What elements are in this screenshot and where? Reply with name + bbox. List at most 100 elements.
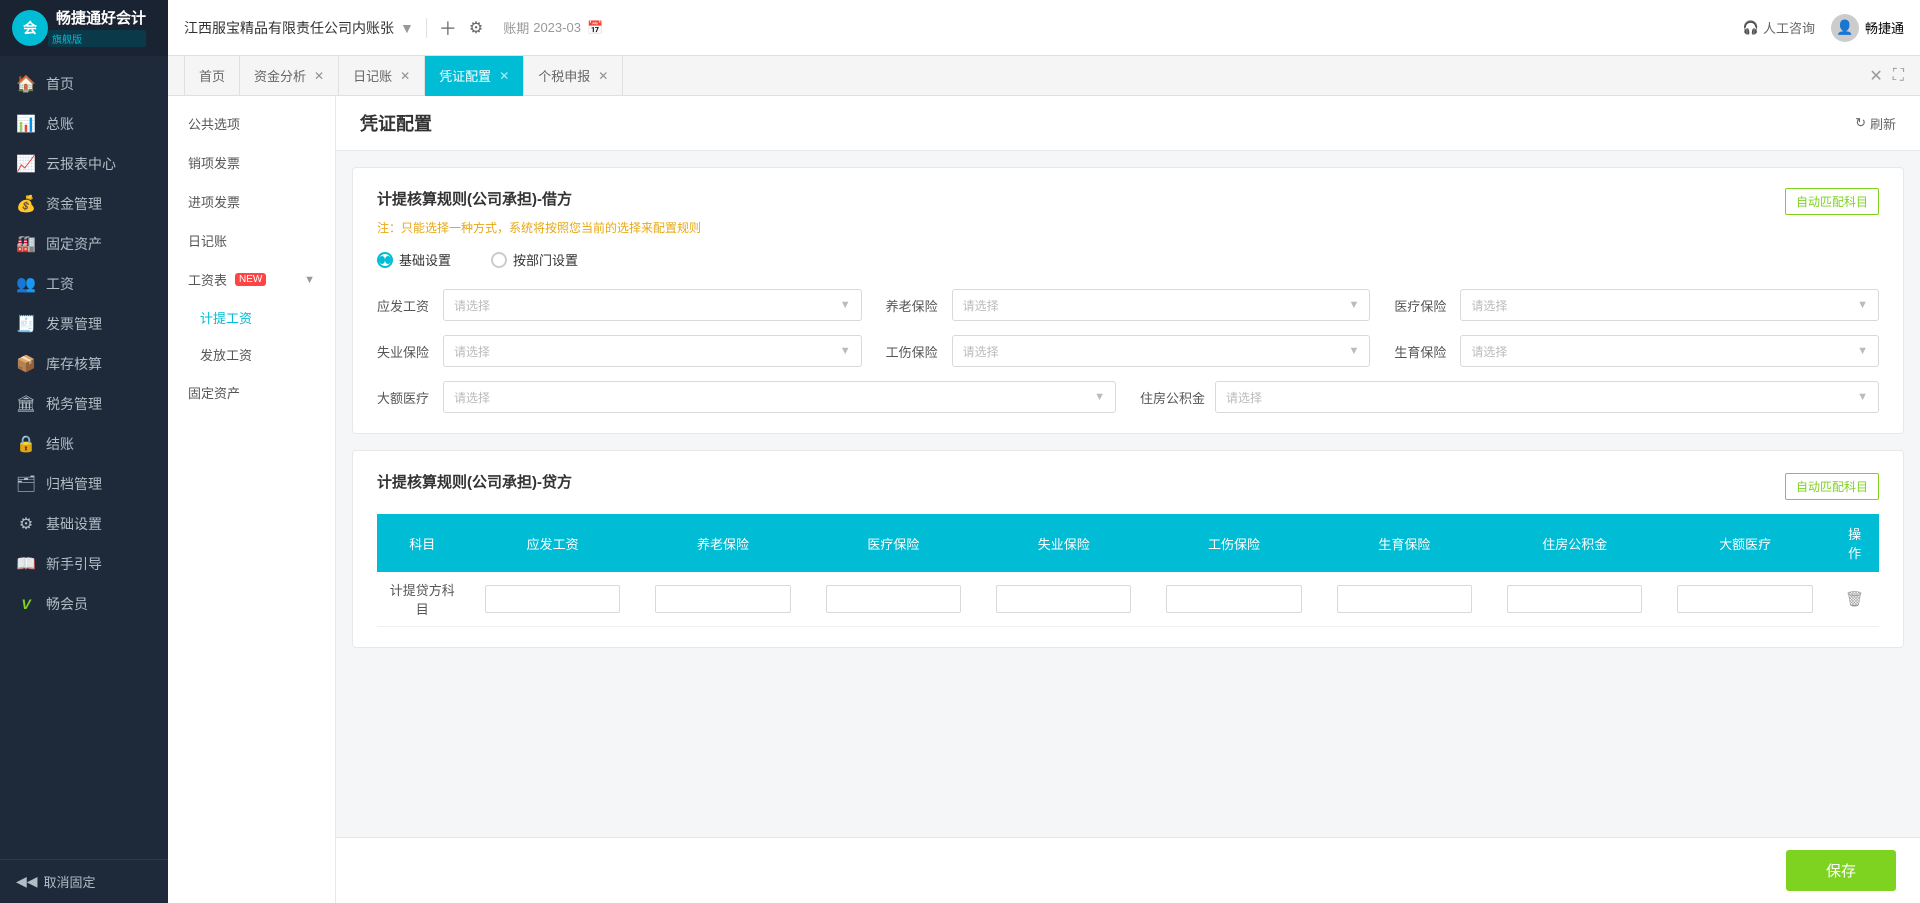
tax-icon: 🏛	[16, 394, 36, 414]
save-button[interactable]: 保存	[1786, 850, 1896, 891]
label-maternity: 生育保险	[1394, 342, 1450, 361]
input-pension[interactable]	[655, 585, 790, 613]
select-medical[interactable]: 请选择 ▼	[1460, 289, 1879, 321]
select-large-medical[interactable]: 请选择 ▼	[443, 381, 1116, 413]
sidebar-item-home[interactable]: 🏠 首页	[0, 64, 168, 104]
tab-close-tax[interactable]: ✕	[598, 69, 608, 83]
menu-item-calc-salary[interactable]: 计提工资	[168, 299, 335, 336]
auto-match-credit-button[interactable]: 自动匹配科目	[1785, 473, 1879, 500]
closing-icon: 🔒	[16, 434, 36, 454]
credit-table: 科目 应发工资 养老保险 医疗保险 失业保险 工伤保险 生育保险 住房公积金 大…	[377, 514, 1879, 627]
sidebar-item-ledger[interactable]: 📊 总账	[0, 104, 168, 144]
input-maternity[interactable]	[1337, 585, 1472, 613]
maximize-icon[interactable]: ⛶	[1893, 67, 1904, 85]
company-selector[interactable]: 江西服宝精品有限责任公司内账张 ▼	[184, 18, 414, 38]
tab-fund[interactable]: 资金分析 ✕	[240, 56, 339, 96]
cell-unemployment	[979, 572, 1149, 627]
refresh-button[interactable]: ↻ 刷新	[1855, 114, 1896, 133]
tab-journal[interactable]: 日记账 ✕	[339, 56, 425, 96]
headset-icon: 🎧	[1743, 20, 1759, 36]
menu-item-journal[interactable]: 日记账	[168, 221, 335, 260]
select-unemployment[interactable]: 请选择 ▼	[443, 335, 862, 367]
input-housing[interactable]	[1507, 585, 1642, 613]
settings-gear-icon[interactable]: ⚙	[469, 18, 483, 38]
select-work-injury[interactable]: 请选择 ▼	[952, 335, 1371, 367]
close-tab-icon[interactable]: ✕	[1869, 66, 1882, 86]
select-arrow-icon: ▼	[840, 345, 851, 357]
user-name: 畅捷通	[1865, 18, 1904, 37]
sidebar-item-guide[interactable]: 📖 新手引导	[0, 544, 168, 584]
form-item-salary: 应发工资 请选择 ▼	[377, 289, 862, 321]
cell-salary	[468, 572, 638, 627]
tab-voucher[interactable]: 凭证配置 ✕	[425, 56, 524, 96]
pin-icon: ◀◀	[16, 873, 38, 890]
sidebar-item-assets[interactable]: 🏭 固定资产	[0, 224, 168, 264]
cell-large-medical	[1660, 572, 1830, 627]
input-work-injury[interactable]	[1166, 585, 1301, 613]
select-medical-placeholder: 请选择	[1471, 297, 1507, 314]
label-unemployment: 失业保险	[377, 342, 433, 361]
add-tab-button[interactable]: ＋	[439, 15, 457, 41]
select-arrow-icon: ▼	[1348, 345, 1359, 357]
support-button[interactable]: 🎧 人工咨询	[1743, 18, 1815, 37]
tab-home[interactable]: 首页	[184, 56, 240, 96]
sidebar-item-member[interactable]: V 畅会员	[0, 584, 168, 624]
menu-item-pay-salary[interactable]: 发放工资	[168, 336, 335, 373]
save-bar: 保存	[336, 837, 1920, 903]
select-pension-placeholder: 请选择	[963, 297, 999, 314]
debit-section-title: 计提核算规则(公司承担)-借方	[377, 188, 1879, 209]
left-menu: 公共选项 销项发票 进项发票 日记账 工资表 NEW ▼ 计提工资	[168, 96, 336, 903]
sidebar-item-salary[interactable]: 👥 工资	[0, 264, 168, 304]
input-salary[interactable]	[485, 585, 620, 613]
period-selector: 账期 2023-03 📅	[503, 18, 607, 37]
radio-basic[interactable]: 基础设置	[377, 250, 451, 269]
calendar-icon[interactable]: 📅	[587, 20, 603, 36]
form-item-medical: 医疗保险 请选择 ▼	[1394, 289, 1879, 321]
form-item-work-injury: 工伤保险 请选择 ▼	[886, 335, 1371, 367]
company-name: 江西服宝精品有限责任公司内账张	[184, 18, 394, 38]
debit-section: 计提核算规则(公司承担)-借方 注：只能选择一种方式，系统将按照您当前的选择来配…	[352, 167, 1904, 434]
salary-icon: 👥	[16, 274, 36, 294]
cancel-pin-button[interactable]: ◀◀ 取消固定	[0, 859, 168, 903]
sidebar: 会 畅捷通好会计 旗舰版 🏠 首页 📊 总账 📈 云报表中心 💰 资金管理 🏭 …	[0, 0, 168, 903]
menu-item-purchase[interactable]: 进项发票	[168, 182, 335, 221]
menu-item-fixed-assets[interactable]: 固定资产	[168, 373, 335, 412]
menu-item-public[interactable]: 公共选项	[168, 104, 335, 143]
assets-icon: 🏭	[16, 234, 36, 254]
page-content: 凭证配置 ↻ 刷新 计提核算规则(公司承担)-借方 注：只能选择一种方式，系统将…	[336, 96, 1920, 903]
ledger-icon: 📊	[16, 114, 36, 134]
auto-match-debit-button[interactable]: 自动匹配科目	[1785, 188, 1879, 215]
input-medical[interactable]	[826, 585, 961, 613]
cell-pension	[638, 572, 808, 627]
sidebar-item-funds[interactable]: 💰 资金管理	[0, 184, 168, 224]
sidebar-item-inventory[interactable]: 📦 库存核算	[0, 344, 168, 384]
delete-row-button[interactable]: 🗑	[1845, 591, 1864, 608]
select-maternity[interactable]: 请选择 ▼	[1460, 335, 1879, 367]
select-arrow-icon: ▼	[1857, 299, 1868, 311]
select-unemployment-placeholder: 请选择	[454, 343, 490, 360]
sidebar-item-settings[interactable]: ⚙ 基础设置	[0, 504, 168, 544]
sidebar-item-tax[interactable]: 🏛 税务管理	[0, 384, 168, 424]
divider	[426, 18, 427, 38]
form-item-maternity: 生育保险 请选择 ▼	[1394, 335, 1879, 367]
user-menu[interactable]: 👤 畅捷通	[1831, 14, 1904, 42]
input-large-medical[interactable]	[1677, 585, 1812, 613]
input-unemployment[interactable]	[996, 585, 1131, 613]
col-header-subject: 科目	[377, 514, 468, 572]
tab-close-journal[interactable]: ✕	[400, 69, 410, 83]
select-salary[interactable]: 请选择 ▼	[443, 289, 862, 321]
tab-tax[interactable]: 个税申报 ✕	[524, 56, 623, 96]
sidebar-item-closing[interactable]: 🔒 结账	[0, 424, 168, 464]
radio-dept[interactable]: 按部门设置	[491, 250, 578, 269]
sidebar-item-reports[interactable]: 📈 云报表中心	[0, 144, 168, 184]
tab-close-voucher[interactable]: ✕	[499, 69, 509, 83]
menu-item-sales[interactable]: 销项发票	[168, 143, 335, 182]
select-pension[interactable]: 请选择 ▼	[952, 289, 1371, 321]
content-area: 公共选项 销项发票 进项发票 日记账 工资表 NEW ▼ 计提工资	[168, 96, 1920, 903]
tab-close-fund[interactable]: ✕	[314, 69, 324, 83]
menu-item-salary-table[interactable]: 工资表 NEW ▼	[168, 260, 335, 299]
select-housing-fund[interactable]: 请选择 ▼	[1215, 381, 1879, 413]
sidebar-item-archive[interactable]: 🗂 归档管理	[0, 464, 168, 504]
invoices-icon: 🧾	[16, 314, 36, 334]
sidebar-item-invoices[interactable]: 🧾 发票管理	[0, 304, 168, 344]
